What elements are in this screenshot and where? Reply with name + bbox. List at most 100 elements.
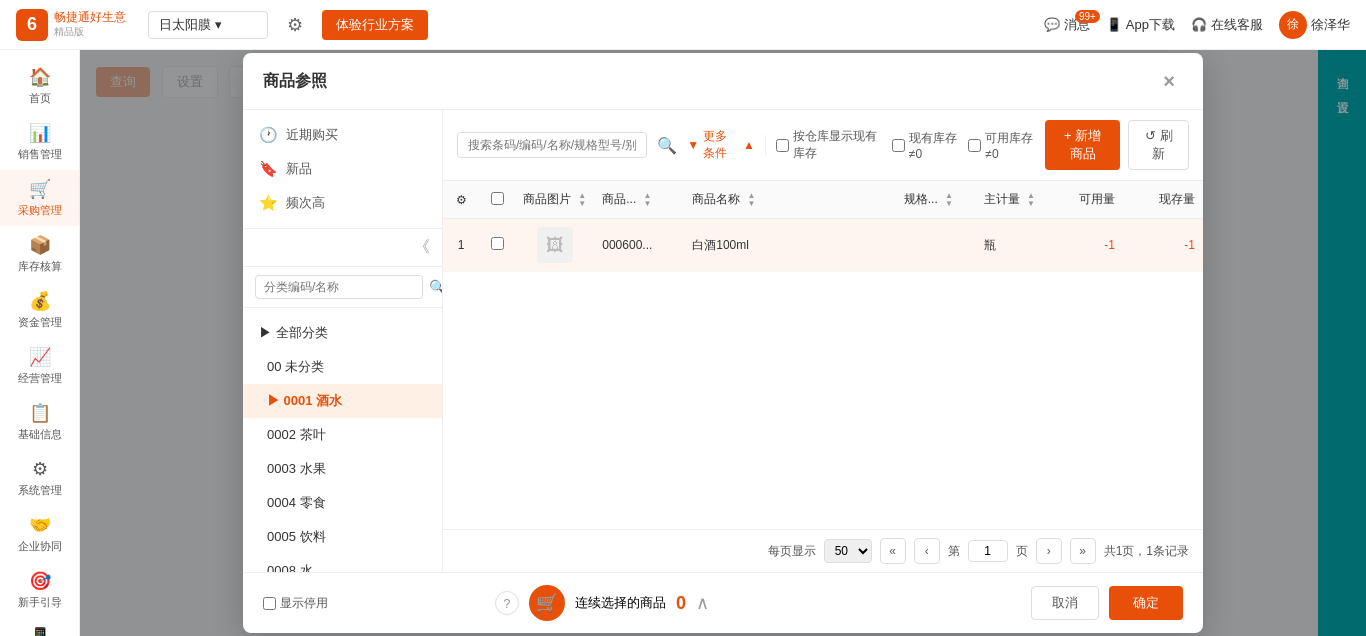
headset-icon: 🎧 — [1191, 17, 1207, 32]
settings-icon[interactable]: ⚙ — [280, 10, 310, 40]
cart-icon-button[interactable]: 🛒 — [529, 585, 565, 621]
nav-recent-buy[interactable]: 🕐 近期购买 — [243, 118, 442, 152]
sidebar-item-collab[interactable]: 🤝 企业协同 — [0, 506, 79, 562]
sidebar-item-purchase[interactable]: 🛒 采购管理 — [0, 170, 79, 226]
sidebar-item-guide[interactable]: 🎯 新手引导 — [0, 562, 79, 618]
category-search-row: 🔍 — [243, 267, 442, 308]
category-snack[interactable]: 0004 零食 — [243, 486, 442, 520]
checkbox-label: 现有库存≠0 — [909, 130, 958, 161]
help-button[interactable]: ? — [495, 591, 519, 615]
sidebar-item-label: 基础信息 — [18, 427, 62, 442]
select-all-checkbox[interactable] — [491, 192, 504, 205]
last-page-button[interactable]: » — [1070, 538, 1096, 564]
sidebar-item-system[interactable]: ⚙ 系统管理 — [0, 450, 79, 506]
checkbox-avail-nonzero[interactable]: 可用库存≠0 — [968, 130, 1034, 161]
category-beverage[interactable]: 0005 饮料 — [243, 520, 442, 554]
col-spec-header[interactable]: 规格... ▲▼ — [896, 181, 976, 219]
col-checkbox-header[interactable] — [479, 181, 515, 219]
left-panel-collapse: 《 — [243, 229, 442, 267]
sidebar-item-apps[interactable]: 📱 应用中心 — [0, 618, 79, 636]
filter-button[interactable]: ▼ 更多条件 ▲ — [687, 128, 755, 162]
app-icon: 📱 — [1106, 17, 1122, 32]
apps-icon: 📱 — [29, 626, 51, 636]
sort-icon: ▲▼ — [644, 192, 652, 208]
right-panel: 🔍 ▼ 更多条件 ▲ 按仓库显示现有库存 — [443, 110, 1203, 572]
avail-nonzero-checkbox[interactable] — [968, 139, 981, 152]
sidebar-item-label: 企业协同 — [18, 539, 62, 554]
category-search-input[interactable] — [255, 275, 423, 299]
per-page-select[interactable]: 50 — [824, 539, 872, 563]
collapse-button[interactable]: 《 — [408, 235, 436, 260]
footer-collapse-icon[interactable]: ∧ — [696, 592, 709, 614]
confirm-button[interactable]: 确定 — [1109, 586, 1183, 620]
nav-frequent[interactable]: ⭐ 频次高 — [243, 186, 442, 220]
modal-overlay: 商品参照 × 🕐 近期购买 🔖 — [80, 50, 1366, 636]
page-number-input[interactable] — [968, 540, 1008, 562]
table-row[interactable]: 1 🖼 000600... 白酒100ml 瓶 — [443, 219, 1203, 272]
prev-page-button[interactable]: ‹ — [914, 538, 940, 564]
layout: 🏠 首页 📊 销售管理 🛒 采购管理 📦 库存核算 💰 资金管理 📈 经营管理 … — [0, 50, 1366, 636]
category-label: 00 未分类 — [267, 358, 324, 376]
trial-button[interactable]: 体验行业方案 — [322, 10, 428, 40]
col-img-header[interactable]: 商品图片 ▲▼ — [515, 181, 594, 219]
category-uncategorized[interactable]: 00 未分类 — [243, 350, 442, 384]
col-settings-header[interactable]: ⚙ — [443, 181, 479, 219]
product-search-icon[interactable]: 🔍 — [657, 136, 677, 155]
modal-body: 🕐 近期购买 🔖 新品 ⭐ 频次高 — [243, 110, 1203, 572]
category-tea[interactable]: 0002 茶叶 — [243, 418, 442, 452]
product-table: ⚙ 商品图片 ▲▼ 商品... ▲▼ — [443, 181, 1203, 272]
category-all[interactable]: ▶ 全部分类 — [243, 316, 442, 350]
nav-message[interactable]: 💬 消息 99+ — [1044, 16, 1090, 34]
nav-service[interactable]: 🎧 在线客服 — [1191, 16, 1263, 34]
row-available-cell: -1 — [1043, 219, 1123, 272]
col-stock-header[interactable]: 现存量 — [1123, 181, 1203, 219]
first-page-button[interactable]: « — [880, 538, 906, 564]
sidebar-item-finance[interactable]: 💰 资金管理 — [0, 282, 79, 338]
row-checkbox-cell[interactable] — [479, 219, 515, 272]
add-product-button[interactable]: + 新增商品 — [1045, 120, 1121, 170]
category-fruit[interactable]: 0003 水果 — [243, 452, 442, 486]
col-unit-header[interactable]: 主计量 ▲▼ — [976, 181, 1043, 219]
sidebar-item-sales[interactable]: 📊 销售管理 — [0, 114, 79, 170]
col-code-header[interactable]: 商品... ▲▼ — [594, 181, 684, 219]
stock-nonzero-checkbox[interactable] — [892, 139, 905, 152]
left-panel: 🕐 近期购买 🔖 新品 ⭐ 频次高 — [243, 110, 443, 572]
category-label: 0002 茶叶 — [267, 426, 326, 444]
checkbox-warehouse-stock[interactable]: 按仓库显示现有库存 — [776, 128, 882, 162]
checkbox-stock-nonzero[interactable]: 现有库存≠0 — [892, 130, 958, 161]
finance-icon: 💰 — [29, 290, 51, 312]
disabled-checkbox[interactable] — [263, 597, 276, 610]
category-water[interactable]: 0008 水 — [243, 554, 442, 572]
footer-middle: ? 🛒 连续选择的商品 0 ∧ — [495, 585, 709, 621]
logo-title: 畅捷通好生意 — [54, 10, 126, 24]
toolbar-row: 🔍 ▼ 更多条件 ▲ 按仓库显示现有库存 — [443, 110, 1203, 181]
col-name-header[interactable]: 商品名称 ▲▼ — [684, 181, 895, 219]
next-page-button[interactable]: › — [1036, 538, 1062, 564]
category-search-icon[interactable]: 🔍 — [429, 279, 443, 295]
total-records: 共1页，1条记录 — [1104, 543, 1189, 560]
product-search-input[interactable] — [457, 132, 647, 158]
sidebar-item-basic-info[interactable]: 📋 基础信息 — [0, 394, 79, 450]
warehouse-stock-checkbox[interactable] — [776, 139, 789, 152]
store-selector[interactable]: 日太阳膜 ▾ — [148, 11, 268, 39]
sidebar-item-home[interactable]: 🏠 首页 — [0, 58, 79, 114]
nav-app-download[interactable]: 📱 App下载 — [1106, 16, 1175, 34]
sort-icon: ▲▼ — [748, 192, 756, 208]
sidebar-item-inventory[interactable]: 📦 库存核算 — [0, 226, 79, 282]
cancel-button[interactable]: 取消 — [1031, 586, 1099, 620]
logo-area: 6 畅捷通好生意 精品版 — [16, 9, 136, 41]
row-checkbox[interactable] — [491, 237, 504, 250]
show-disabled-checkbox[interactable]: 显示停用 — [263, 595, 328, 612]
nav-new-items[interactable]: 🔖 新品 — [243, 152, 442, 186]
col-avail-header[interactable]: 可用量 — [1043, 181, 1123, 219]
category-alcohol[interactable]: ▶ 0001 酒水 — [243, 384, 442, 418]
modal-close-button[interactable]: × — [1155, 67, 1183, 95]
logo-sub: 精品版 — [54, 25, 126, 39]
nav-user[interactable]: 徐 徐泽华 — [1279, 11, 1350, 39]
sidebar-item-operations[interactable]: 📈 经营管理 — [0, 338, 79, 394]
operations-icon: 📈 — [29, 346, 51, 368]
cart-label: 连续选择的商品 — [575, 594, 666, 612]
logo-icon: 6 — [16, 9, 48, 41]
refresh-button[interactable]: ↺ 刷新 — [1128, 120, 1189, 170]
row-name-cell: 白酒100ml — [684, 219, 895, 272]
